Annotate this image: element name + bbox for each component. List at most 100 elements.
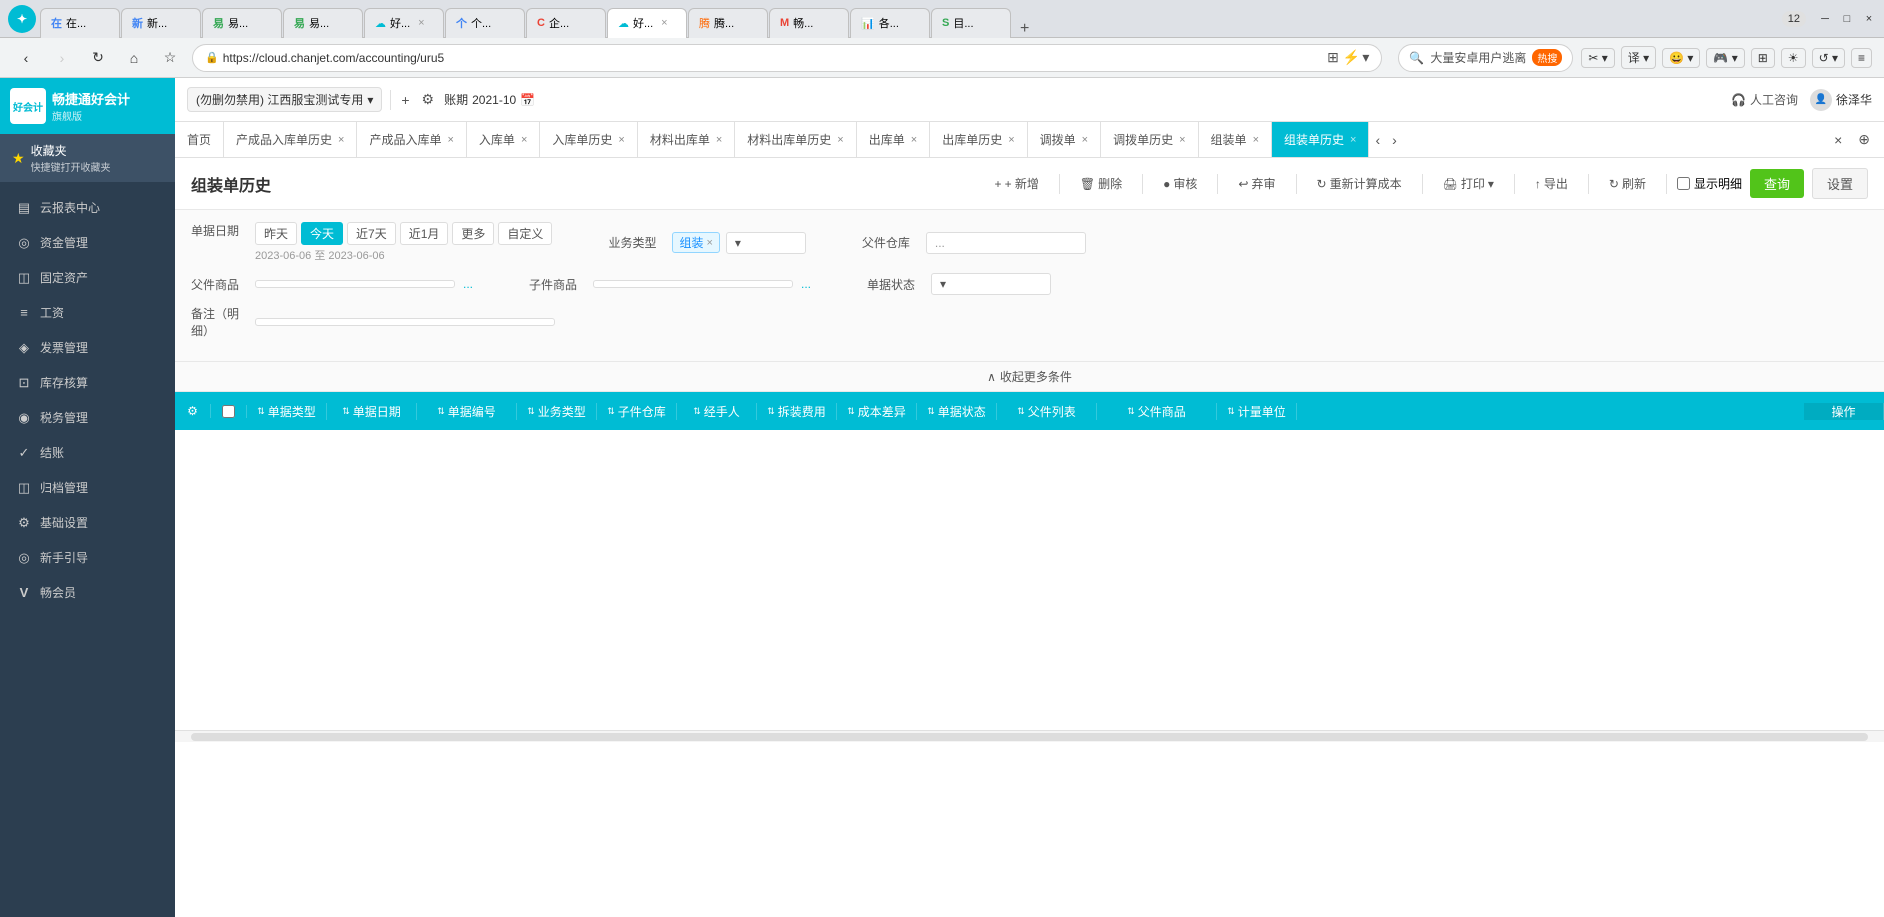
transfer-close[interactable]: × — [1082, 134, 1088, 146]
th-warehouse[interactable]: ⇅ 子件仓库 — [597, 403, 677, 420]
menu-action[interactable]: ≡ — [1851, 48, 1872, 68]
date-btn-1month[interactable]: 近1月 — [400, 222, 449, 245]
transfer-history-close[interactable]: × — [1179, 134, 1185, 146]
browser-tab-4[interactable]: 易 易... — [283, 8, 363, 38]
dropdown-icon[interactable]: ▾ — [1362, 49, 1369, 66]
qr-icon[interactable]: ⊞ — [1327, 49, 1339, 66]
abandon-button[interactable]: ↩ 弃审 — [1228, 170, 1285, 197]
date-btn-more[interactable]: 更多 — [452, 222, 494, 245]
sidebar-item-checkout[interactable]: ✓ 结账 — [0, 435, 175, 470]
browser-tab-7[interactable]: C 企... — [526, 8, 606, 38]
bolt-icon[interactable]: ⚡ — [1343, 49, 1360, 66]
inbound-history-close[interactable]: × — [618, 134, 624, 146]
browser-tab-3[interactable]: 易 易... — [202, 8, 282, 38]
browser-tab-8[interactable]: ☁ 好... × — [607, 8, 687, 38]
th-date[interactable]: ⇅ 单据日期 — [327, 403, 417, 420]
browser-tab-1[interactable]: 在 在... — [40, 8, 120, 38]
grid-action[interactable]: ⊞ — [1751, 48, 1775, 68]
th-biztype[interactable]: ⇅ 业务类型 — [517, 403, 597, 420]
user-info[interactable]: 👤 徐泽华 — [1810, 89, 1872, 111]
sidebar-item-invoice[interactable]: ◈ 发票管理 — [0, 330, 175, 365]
date-btn-today[interactable]: 今天 — [301, 222, 343, 245]
assembly-history-close[interactable]: × — [1350, 134, 1356, 146]
date-btn-custom[interactable]: 自定义 — [498, 222, 552, 245]
sidebar-item-guide[interactable]: ◎ 新手引导 — [0, 540, 175, 575]
refresh-button[interactable]: ↻ 刷新 — [1599, 170, 1656, 197]
note-input[interactable] — [255, 318, 555, 326]
th-cost[interactable]: ⇅ 拆装费用 — [757, 403, 837, 420]
material-out-history-close[interactable]: × — [837, 134, 843, 146]
browser-tab-11[interactable]: 📊 各... — [850, 8, 930, 38]
th-gear[interactable]: ⚙ — [175, 404, 211, 418]
finished-close[interactable]: × — [447, 134, 453, 146]
close-button[interactable]: × — [1862, 12, 1876, 26]
sidebar-item-settings[interactable]: ⚙ 基础设置 — [0, 505, 175, 540]
page-tab-transfer-history[interactable]: 调拨单历史 × — [1101, 122, 1198, 158]
page-tab-outbound-history[interactable]: 出库单历史 × — [930, 122, 1027, 158]
address-bar[interactable]: 🔒 https://cloud.chanjet.com/accounting/u… — [192, 44, 1382, 72]
biz-type-tag-close[interactable]: × — [706, 237, 712, 249]
child-goods-input[interactable] — [593, 280, 793, 288]
outbound-close[interactable]: × — [911, 134, 917, 146]
tab-nav-next[interactable]: › — [1386, 132, 1403, 148]
history-action[interactable]: ↺ ▾ — [1812, 48, 1845, 68]
date-btn-yesterday[interactable]: 昨天 — [255, 222, 297, 245]
sidebar-item-inventory[interactable]: ⊡ 库存核算 — [0, 365, 175, 400]
page-tab-finished-history[interactable]: 产成品入库单历史 × — [224, 122, 357, 158]
home-button[interactable]: ⌂ — [120, 44, 148, 72]
print-button[interactable]: 🖨 打印 ▾ — [1433, 170, 1504, 197]
browser-tab-5[interactable]: ☁ 好... × — [364, 8, 444, 38]
th-parent-goods[interactable]: ⇅ 父件商品 — [1097, 403, 1217, 420]
th-costdiff[interactable]: ⇅ 成本差异 — [837, 403, 917, 420]
service-button[interactable]: 🎧 人工咨询 — [1731, 91, 1798, 108]
export-button[interactable]: ↑ 导出 — [1525, 170, 1578, 197]
page-tab-finished[interactable]: 产成品入库单 × — [357, 122, 466, 158]
page-tab-home[interactable]: 首页 — [175, 122, 224, 158]
tab-close-5[interactable]: × — [418, 17, 424, 29]
audit-button[interactable]: ● 审核 — [1153, 170, 1207, 197]
sidebar-item-member[interactable]: V 畅会员 — [0, 575, 175, 610]
gear-header-icon[interactable]: ⚙ — [420, 89, 437, 110]
page-tab-material-out-history[interactable]: 材料出库单历史 × — [735, 122, 856, 158]
browser-tab-9[interactable]: 腾 腾... — [688, 8, 768, 38]
emoji-action[interactable]: 😀 ▾ — [1662, 48, 1700, 68]
new-button[interactable]: + + 新增 — [985, 170, 1049, 197]
inbound-close[interactable]: × — [521, 134, 527, 146]
maximize-button[interactable]: □ — [1840, 12, 1854, 26]
th-checkbox[interactable] — [211, 405, 247, 418]
sidebar-item-fixed-assets[interactable]: ◫ 固定资产 — [0, 260, 175, 295]
browser-tab-10[interactable]: M 畅... — [769, 8, 849, 38]
browser-tab-6[interactable]: 个 个... — [445, 8, 525, 38]
browser-tab-12[interactable]: S 目... — [931, 8, 1011, 38]
theme-action[interactable]: ☀ — [1781, 48, 1806, 68]
query-button[interactable]: 查询 — [1750, 169, 1804, 198]
recalculate-button[interactable]: ↻ 重新计算成本 — [1307, 170, 1412, 197]
add-icon[interactable]: + — [399, 90, 411, 110]
biz-type-select[interactable]: ▾ — [726, 232, 806, 254]
parent-goods-input[interactable] — [255, 280, 455, 288]
outbound-history-close[interactable]: × — [1008, 134, 1014, 146]
back-button[interactable]: ‹ — [12, 44, 40, 72]
scissors-action[interactable]: ✂ ▾ — [1581, 48, 1614, 68]
material-out-close[interactable]: × — [716, 134, 722, 146]
page-tab-inbound[interactable]: 入库单 × — [467, 122, 540, 158]
th-unit[interactable]: ⇅ 计量单位 — [1217, 403, 1297, 420]
reload-button[interactable]: ↻ — [84, 44, 112, 72]
th-parent-list[interactable]: ⇅ 父件列表 — [997, 403, 1097, 420]
page-tab-assembly-history[interactable]: 组装单历史 × — [1272, 122, 1369, 158]
page-tab-transfer[interactable]: 调拨单 × — [1028, 122, 1101, 158]
date-btn-7days[interactable]: 近7天 — [347, 222, 396, 245]
scrollbar-track[interactable] — [191, 733, 1868, 741]
game-action[interactable]: 🎮 ▾ — [1706, 48, 1744, 68]
sidebar-item-archive[interactable]: ◫ 归档管理 — [0, 470, 175, 505]
th-status[interactable]: ⇅ 单据状态 — [917, 403, 997, 420]
finished-history-close[interactable]: × — [338, 134, 344, 146]
delete-button[interactable]: 🗑 删除 — [1070, 170, 1132, 197]
th-no[interactable]: ⇅ 单据编号 — [417, 403, 517, 420]
assembly-close[interactable]: × — [1253, 134, 1259, 146]
company-selector[interactable]: (勿删勿禁用) 江西服宝测试专用 ▾ — [187, 87, 382, 112]
sidebar-item-reports[interactable]: ▤ 云报表中心 — [0, 190, 175, 225]
select-all-checkbox[interactable] — [222, 405, 235, 418]
show-detail-checkbox[interactable] — [1677, 177, 1690, 190]
th-type[interactable]: ⇅ 单据类型 — [247, 403, 327, 420]
